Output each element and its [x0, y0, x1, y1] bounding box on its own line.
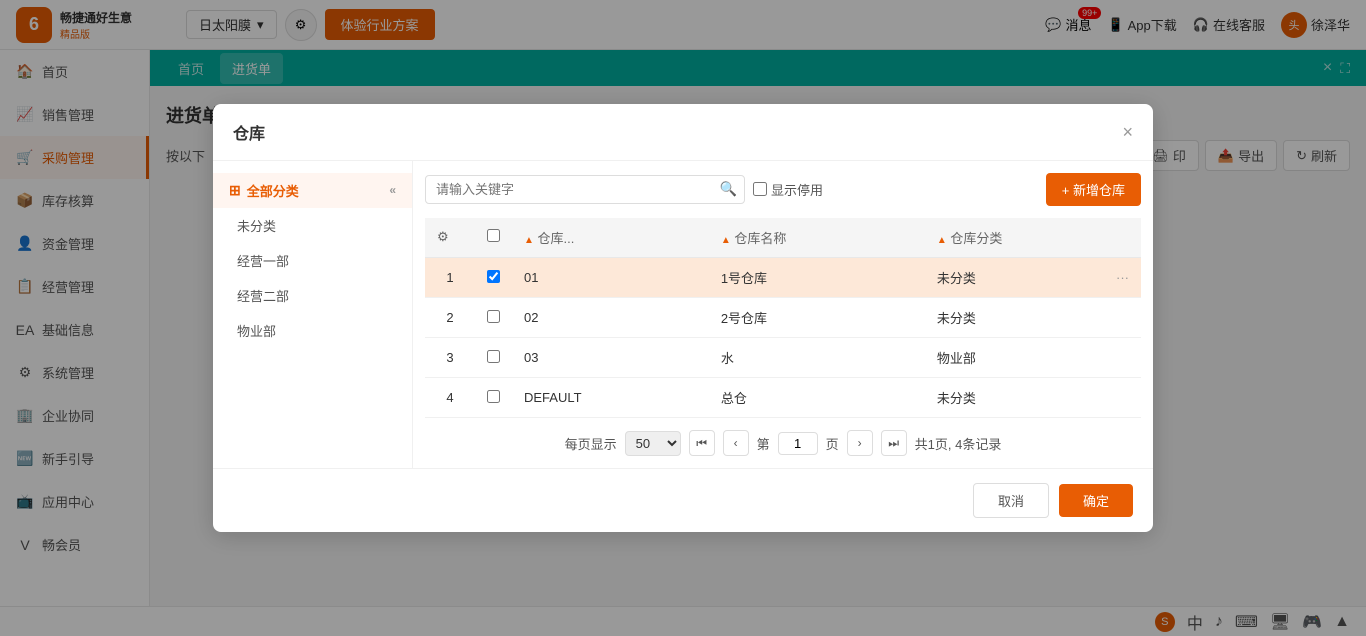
row-cb-2: [475, 338, 512, 378]
table-row[interactable]: 1 01 1号仓库 未分类 ···: [425, 257, 1141, 298]
sort-icon: ▲: [524, 235, 534, 246]
th-name: ▲ 仓库名称: [709, 218, 925, 258]
row-name-1: 2号仓库: [709, 298, 925, 338]
row-index-0: 1: [425, 257, 475, 298]
row-name-2: 水: [709, 338, 925, 378]
grid-icon: ⊞: [229, 182, 241, 199]
next-page-button[interactable]: ›: [847, 430, 873, 456]
search-input[interactable]: [425, 175, 745, 204]
show-disabled-label: 显示停用: [771, 180, 823, 199]
table-container: ⚙ ▲ 仓库... ▲: [425, 218, 1141, 419]
page-number-input[interactable]: [778, 432, 818, 455]
add-warehouse-button[interactable]: + 新增仓库: [1046, 173, 1141, 206]
dialog-close-button[interactable]: ×: [1122, 123, 1133, 141]
table-panel: 🔍 显示停用 + 新增仓库 ⚙: [413, 161, 1153, 469]
total-label: 共1页, 4条记录: [915, 434, 1002, 453]
dialog-body: ⊞ 全部分类 « 未分类经营一部经营二部物业部 🔍 显示停用 + 新增仓库: [213, 161, 1153, 469]
row-cb-3: [475, 378, 512, 418]
cancel-button[interactable]: 取消: [973, 483, 1049, 518]
warehouse-dialog: 仓库 × ⊞ 全部分类 « 未分类经营一部经营二部物业部 🔍: [213, 104, 1153, 533]
table-row[interactable]: 4 DEFAULT 总仓 未分类: [425, 378, 1141, 418]
row-index-1: 2: [425, 298, 475, 338]
row-checkbox-1[interactable]: [487, 310, 500, 323]
row-cb-1: [475, 298, 512, 338]
category-item-1[interactable]: 未分类: [213, 208, 412, 243]
dialog-title: 仓库: [233, 120, 265, 144]
row-category-0: 未分类 ···: [925, 258, 1141, 298]
first-page-button[interactable]: ⏮: [689, 430, 715, 456]
category-panel: ⊞ 全部分类 « 未分类经营一部经营二部物业部: [213, 161, 413, 469]
category-item-4[interactable]: 物业部: [213, 313, 412, 348]
row-category-2: 物业部: [925, 338, 1141, 378]
per-page-select[interactable]: 50 100: [625, 431, 681, 456]
category-item-3[interactable]: 经营二部: [213, 278, 412, 313]
row-name-3: 总仓: [709, 378, 925, 418]
dialog-footer: 取消 确定: [213, 468, 1153, 532]
settings-th-icon: ⚙: [437, 229, 449, 244]
th-code: ▲ 仓库...: [512, 218, 709, 258]
row-index-3: 4: [425, 378, 475, 418]
table-row[interactable]: 2 02 2号仓库 未分类: [425, 298, 1141, 338]
row-cb-0: [475, 257, 512, 298]
select-all-checkbox[interactable]: [487, 229, 500, 242]
confirm-button[interactable]: 确定: [1059, 484, 1133, 517]
sort-cat-icon: ▲: [937, 235, 947, 246]
category-all[interactable]: ⊞ 全部分类 «: [213, 173, 412, 208]
th-checkbox: [475, 218, 512, 258]
prev-page-button[interactable]: ‹: [723, 430, 749, 456]
row-actions-0[interactable]: ···: [1116, 270, 1129, 285]
row-checkbox-2[interactable]: [487, 350, 500, 363]
sort-name-icon: ▲: [721, 235, 731, 246]
row-index-2: 3: [425, 338, 475, 378]
row-category-1: 未分类: [925, 298, 1141, 338]
row-checkbox-0[interactable]: [487, 270, 500, 283]
row-code-3: DEFAULT: [512, 378, 709, 418]
table-row[interactable]: 3 03 水 物业部: [425, 338, 1141, 378]
search-wrap: 🔍: [425, 175, 745, 204]
show-disabled-wrap: 显示停用: [753, 180, 823, 199]
warehouse-table: ⚙ ▲ 仓库... ▲: [425, 218, 1141, 419]
row-code-2: 03: [512, 338, 709, 378]
th-category: ▲ 仓库分类: [925, 218, 1141, 258]
row-code-1: 02: [512, 298, 709, 338]
category-item-2[interactable]: 经营一部: [213, 243, 412, 278]
collapse-icon[interactable]: «: [389, 183, 396, 197]
row-category-3: 未分类: [925, 378, 1141, 418]
pagination: 每页显示 50 100 ⏮ ‹ 第 页 › ⏭ 共1页, 4条记录: [425, 418, 1141, 456]
row-checkbox-3[interactable]: [487, 390, 500, 403]
row-code-0: 01: [512, 257, 709, 298]
dialog-header: 仓库 ×: [213, 104, 1153, 161]
table-toolbar: 🔍 显示停用 + 新增仓库: [425, 173, 1141, 206]
row-name-0: 1号仓库: [709, 257, 925, 298]
search-icon[interactable]: 🔍: [720, 181, 737, 198]
show-disabled-checkbox[interactable]: [753, 182, 767, 196]
category-all-label: 全部分类: [247, 181, 299, 200]
last-page-button[interactable]: ⏭: [881, 430, 907, 456]
dialog-overlay[interactable]: 仓库 × ⊞ 全部分类 « 未分类经营一部经营二部物业部 🔍: [0, 0, 1366, 636]
th-settings: ⚙: [425, 218, 475, 258]
